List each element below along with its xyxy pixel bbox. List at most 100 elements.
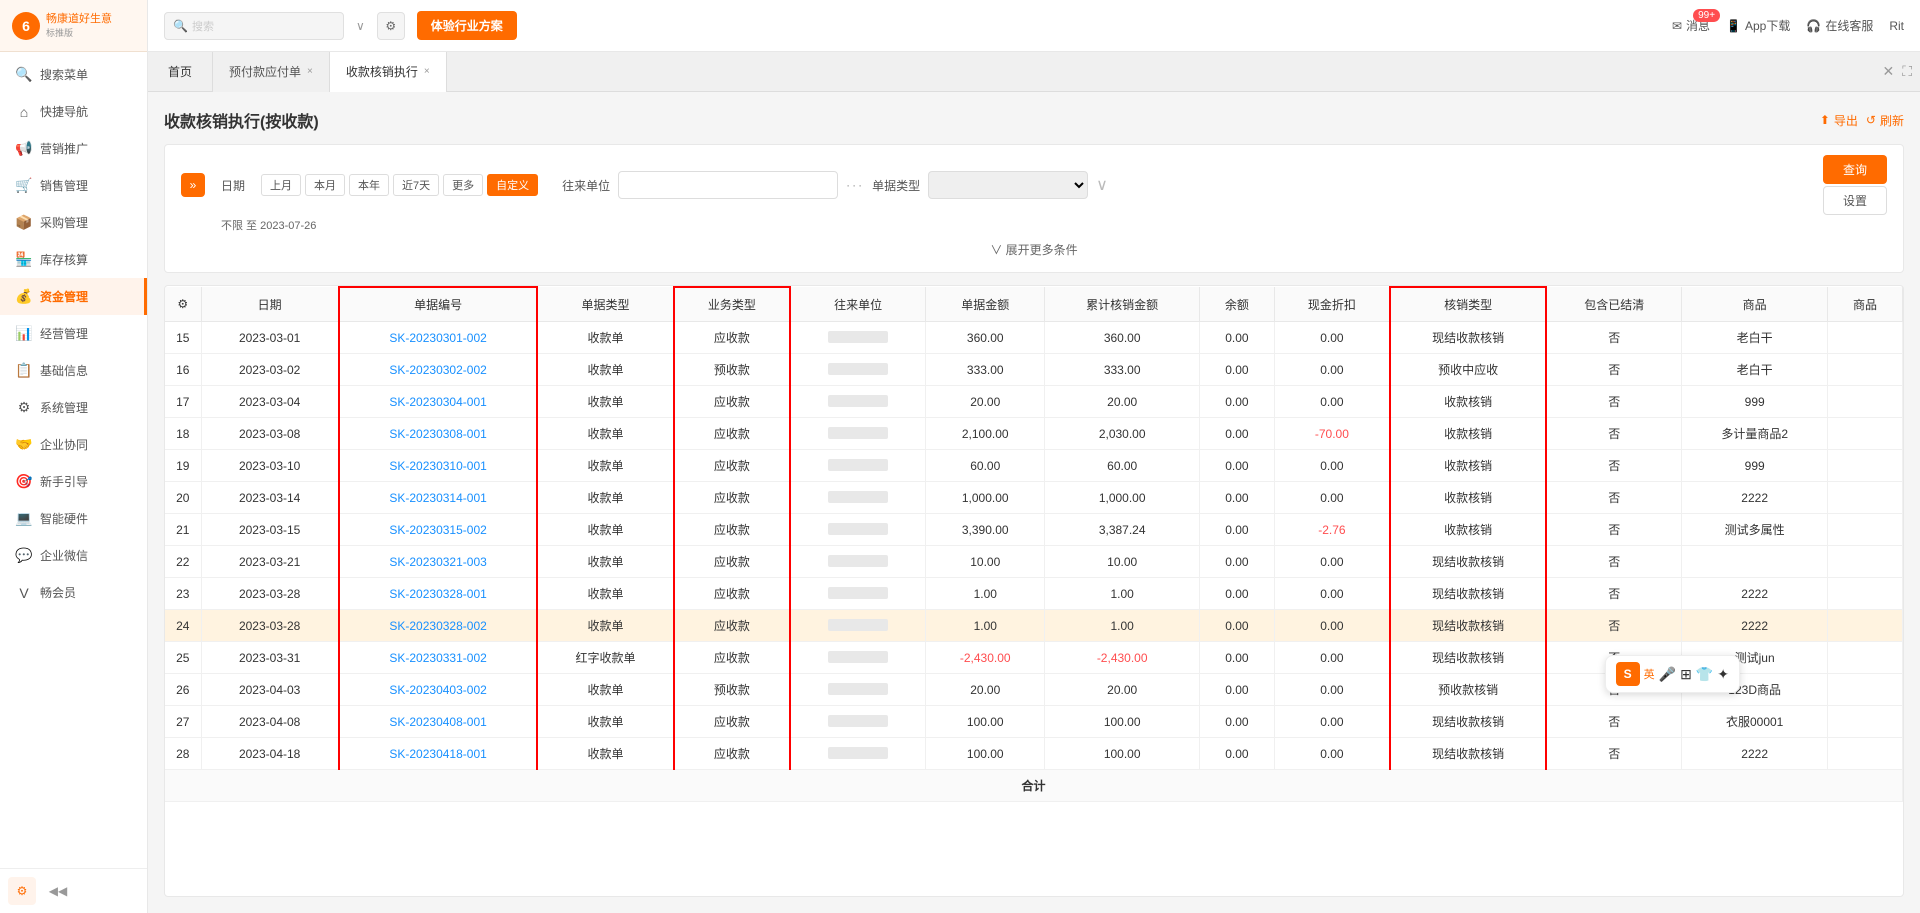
sidebar-item-hardware[interactable]: 💻智能硬件: [0, 500, 147, 537]
table-row[interactable]: 28 2023-04-18 SK-20230418-001 收款单 应收款 10…: [165, 738, 1903, 770]
table-row[interactable]: 18 2023-03-08 SK-20230308-001 收款单 应收款 2,…: [165, 418, 1903, 450]
finance-icon: 💰: [16, 289, 32, 305]
sidebar-item-stock[interactable]: 🏪库存核算: [0, 241, 147, 278]
cell-balance: 0.00: [1200, 386, 1275, 418]
cell-doc-type: 收款单: [537, 674, 673, 706]
table-row[interactable]: 20 2023-03-14 SK-20230314-001 收款单 应收款 1,…: [165, 482, 1903, 514]
cell-product1: 测试多属性: [1682, 514, 1828, 546]
table-row[interactable]: 26 2023-04-03 SK-20230403-002 收款单 预收款 20…: [165, 674, 1903, 706]
sidebar-item-enterprise[interactable]: 🤝企业协同: [0, 426, 147, 463]
settings-icon[interactable]: ⚙: [8, 877, 36, 905]
cell-verify-type: 现结收款核销: [1390, 578, 1546, 610]
tab-receipt-verification[interactable]: 收款核销执行 ×: [330, 52, 447, 92]
custom-date-btn[interactable]: 自定义: [487, 174, 538, 196]
cell-doc-type: 收款单: [537, 482, 673, 514]
table-row[interactable]: 17 2023-03-04 SK-20230304-001 收款单 应收款 20…: [165, 386, 1903, 418]
solution-button[interactable]: 体验行业方案: [417, 11, 517, 40]
topbar-search[interactable]: 🔍 搜索: [164, 12, 344, 40]
sidebar-item-operation[interactable]: 📊经营管理: [0, 315, 147, 352]
this-year-btn[interactable]: 本年: [349, 174, 389, 196]
tab-receipt-close[interactable]: ×: [424, 66, 430, 77]
cell-product1: 老白干: [1682, 354, 1828, 386]
table-row[interactable]: 27 2023-04-08 SK-20230408-001 收款单 应收款 10…: [165, 706, 1903, 738]
tab-prepayment-close[interactable]: ×: [307, 66, 313, 77]
user-avatar[interactable]: Rit: [1889, 19, 1904, 33]
sidebar-item-member[interactable]: V畅会员: [0, 574, 147, 611]
this-month-btn[interactable]: 本月: [305, 174, 345, 196]
doc-no-link[interactable]: SK-20230418-001: [389, 747, 486, 761]
collapse-icon[interactable]: ◀◀: [44, 877, 72, 905]
query-button[interactable]: 查询: [1823, 155, 1887, 184]
cell-counterpart: [790, 354, 926, 386]
app-download-button[interactable]: 📱 App下载: [1726, 17, 1790, 34]
doc-no-link[interactable]: SK-20230315-002: [389, 523, 486, 537]
doc-no-link[interactable]: SK-20230408-001: [389, 715, 486, 729]
sidebar-logo: 6 畅康道好生意 标推版: [0, 0, 147, 52]
message-button[interactable]: ✉ 消息 99+: [1672, 17, 1710, 34]
doc-type-select[interactable]: [928, 171, 1088, 199]
counterpart-input[interactable]: [618, 171, 838, 199]
th-counterpart: 往来单位: [790, 287, 926, 322]
content-area: 收款核销执行(按收款) ⬆ 导出 ↺ 刷新 » 日期 上月 本月: [148, 92, 1920, 913]
doc-no-link[interactable]: SK-20230302-002: [389, 363, 486, 377]
tab-home[interactable]: 首页: [148, 52, 213, 92]
online-service-button[interactable]: 🎧 在线客服: [1806, 17, 1873, 34]
doc-no-link[interactable]: SK-20230304-001: [389, 395, 486, 409]
table-row[interactable]: 15 2023-03-01 SK-20230301-002 收款单 应收款 36…: [165, 322, 1903, 354]
filter-settings-button[interactable]: 设置: [1823, 186, 1887, 215]
topbar-gear-icon[interactable]: ⚙: [377, 12, 405, 40]
table-row[interactable]: 24 2023-03-28 SK-20230328-002 收款单 应收款 1.…: [165, 610, 1903, 642]
sidebar-item-wechat[interactable]: 💬企业微信: [0, 537, 147, 574]
sidebar-item-marketing[interactable]: 📢营销推广: [0, 130, 147, 167]
doc-no-link[interactable]: SK-20230301-002: [389, 331, 486, 345]
last-month-btn[interactable]: 上月: [261, 174, 301, 196]
last-7days-btn[interactable]: 近7天: [393, 174, 439, 196]
doc-no-link[interactable]: SK-20230328-002: [389, 619, 486, 633]
export-button[interactable]: ⬆ 导出: [1820, 112, 1858, 129]
system-icon: ⚙: [16, 400, 32, 416]
cell-verified: 100.00: [1045, 738, 1200, 770]
doc-no-link[interactable]: SK-20230308-001: [389, 427, 486, 441]
doc-no-link[interactable]: SK-20230310-001: [389, 459, 486, 473]
table-total-row: 合计: [165, 770, 1903, 802]
cell-balance: 0.00: [1200, 642, 1275, 674]
cell-doc-type: 收款单: [537, 738, 673, 770]
sidebar-item-search[interactable]: 🔍搜索菜单: [0, 56, 147, 93]
sidebar-item-guide[interactable]: 🎯新手引导: [0, 463, 147, 500]
tabs-fullscreen-icon[interactable]: ⛶: [1902, 63, 1912, 80]
expand-conditions-btn[interactable]: ∨ 展开更多条件: [181, 237, 1887, 262]
dropdown-icon: ∨: [1096, 175, 1108, 195]
sidebar-item-sales[interactable]: 🛒销售管理: [0, 167, 147, 204]
table-row[interactable]: 21 2023-03-15 SK-20230315-002 收款单 应收款 3,…: [165, 514, 1903, 546]
search-icon: 🔍: [173, 19, 188, 33]
table-row[interactable]: 19 2023-03-10 SK-20230310-001 收款单 应收款 60…: [165, 450, 1903, 482]
stock-icon: 🏪: [16, 252, 32, 268]
table-row[interactable]: 22 2023-03-21 SK-20230321-003 收款单 应收款 10…: [165, 546, 1903, 578]
table-row[interactable]: 23 2023-03-28 SK-20230328-001 收款单 应收款 1.…: [165, 578, 1903, 610]
doc-no-link[interactable]: SK-20230403-002: [389, 683, 486, 697]
doc-no-link[interactable]: SK-20230314-001: [389, 491, 486, 505]
cell-no: 22: [165, 546, 201, 578]
cell-verify-type: 收款核销: [1390, 450, 1546, 482]
doc-no-link[interactable]: SK-20230328-001: [389, 587, 486, 601]
tabs-close-icon[interactable]: ✕: [1882, 63, 1894, 80]
more-date-btn[interactable]: 更多: [443, 174, 483, 196]
sidebar-item-purchase[interactable]: 📦采购管理: [0, 204, 147, 241]
cell-included: 否: [1546, 546, 1682, 578]
cell-product1: 测试jun: [1682, 642, 1828, 674]
sidebar-item-basic[interactable]: 📋基础信息: [0, 352, 147, 389]
cell-balance: 0.00: [1200, 578, 1275, 610]
refresh-button[interactable]: ↺ 刷新: [1866, 112, 1904, 129]
th-settings[interactable]: ⚙: [165, 287, 201, 322]
topbar-chevron-icon[interactable]: ∨: [356, 19, 365, 33]
filter-expand-button[interactable]: »: [181, 173, 205, 197]
table-row[interactable]: 25 2023-03-31 SK-20230331-002 红字收款单 应收款 …: [165, 642, 1903, 674]
page-header: 收款核销执行(按收款) ⬆ 导出 ↺ 刷新: [164, 108, 1904, 132]
sidebar-item-shortcut[interactable]: ⌂快捷导航: [0, 93, 147, 130]
tab-prepayment[interactable]: 预付款应付单 ×: [213, 52, 330, 92]
sidebar-item-finance[interactable]: 💰资金管理: [0, 278, 147, 315]
table-row[interactable]: 16 2023-03-02 SK-20230302-002 收款单 预收款 33…: [165, 354, 1903, 386]
sidebar-item-system[interactable]: ⚙系统管理: [0, 389, 147, 426]
doc-no-link[interactable]: SK-20230321-003: [389, 555, 486, 569]
doc-no-link[interactable]: SK-20230331-002: [389, 651, 486, 665]
